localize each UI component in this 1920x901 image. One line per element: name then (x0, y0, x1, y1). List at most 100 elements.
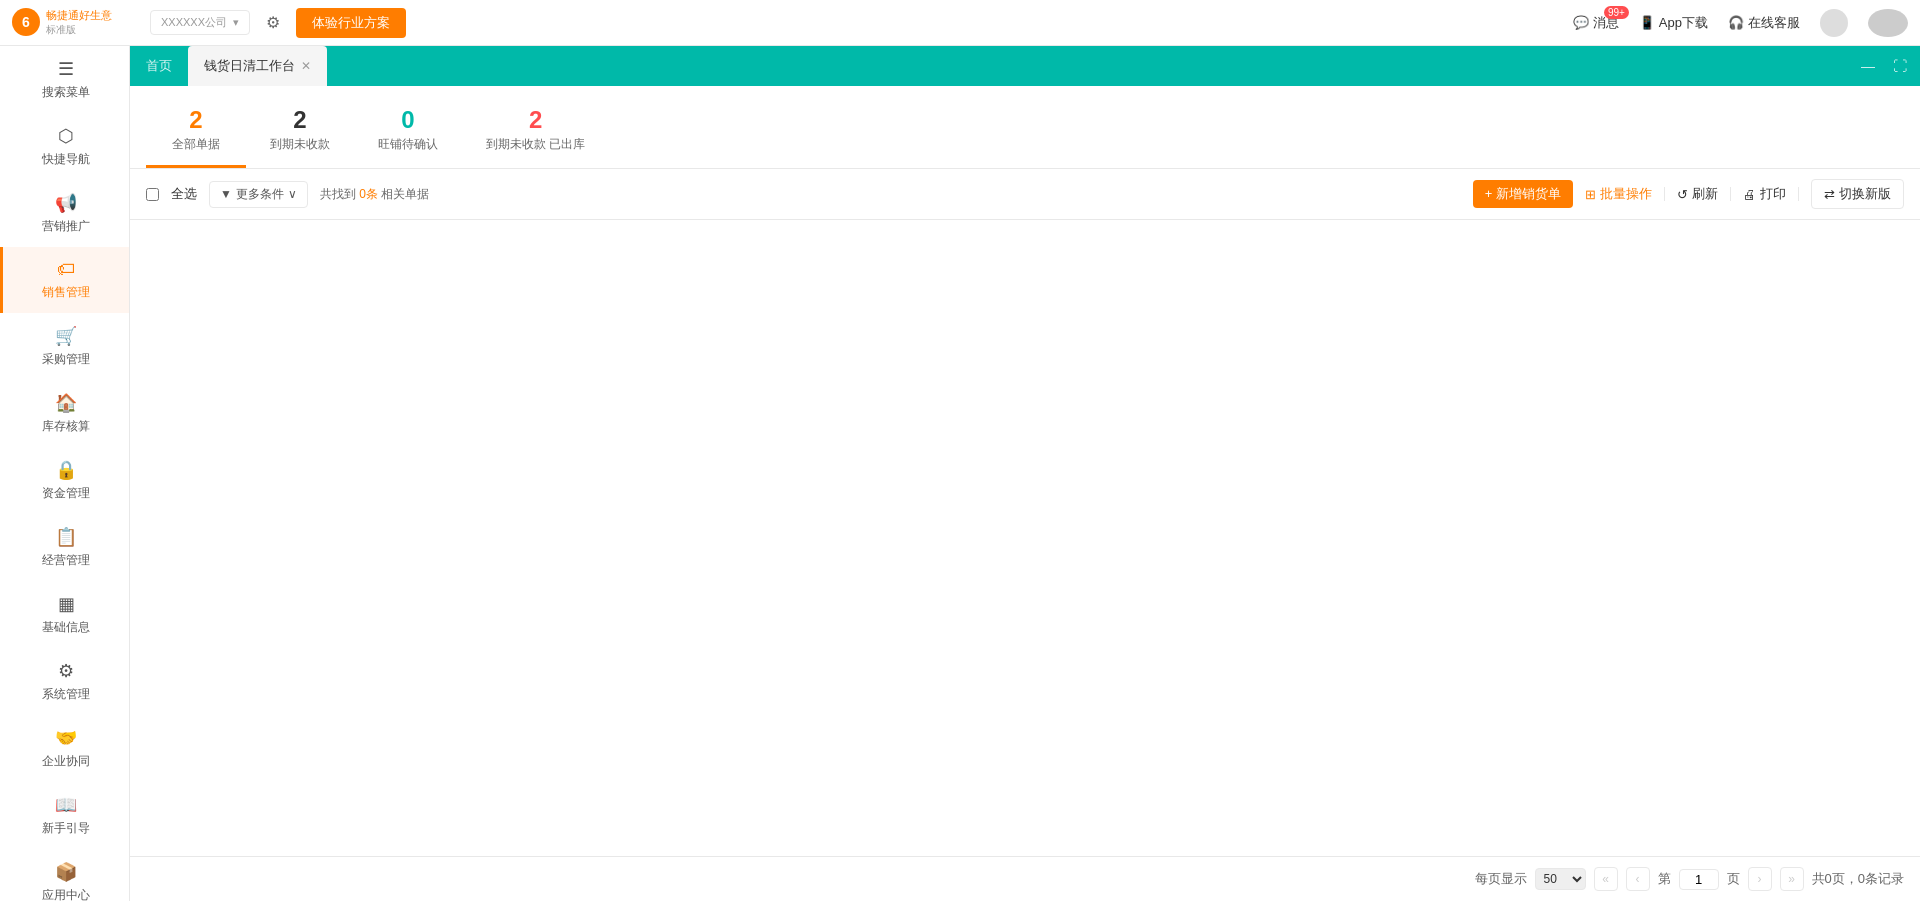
tab-minimize-icon[interactable]: — (1856, 54, 1880, 78)
tab-work-bench[interactable]: 钱货日清工作台 ✕ (188, 46, 327, 86)
sidebar-item-search[interactable]: ☰ 搜索菜单 (0, 46, 129, 113)
basic-info-icon: ▦ (58, 593, 75, 615)
toolbar-divider-3 (1798, 187, 1799, 201)
stat-all-num: 2 (189, 106, 202, 134)
company-name: XXXXXX公司 (161, 15, 227, 30)
online-service-label: 在线客服 (1748, 14, 1800, 32)
select-all-label: 全选 (171, 185, 197, 203)
filter-dropdown-icon: ∨ (288, 187, 297, 201)
sidebar-item-label-quick-nav: 快捷导航 (42, 151, 90, 168)
header-right: 💬 消息 99+ 📱 App下载 🎧 在线客服 (1573, 9, 1908, 37)
app-download-icon: 📱 (1639, 15, 1655, 30)
stat-tab-wangpu[interactable]: 0 旺铺待确认 (354, 98, 462, 168)
logo-icon: 6 (12, 8, 40, 36)
pagination-footer: 每页显示 50 10 20 100 « ‹ 第 页 › » 共0页，0条记录 (130, 856, 1920, 901)
trial-button[interactable]: 体验行业方案 (296, 8, 406, 38)
company-selector[interactable]: XXXXXX公司 ▾ (150, 10, 250, 35)
sidebar-item-operation[interactable]: 📋 经营管理 (0, 514, 129, 581)
page-size-label: 每页显示 (1475, 870, 1527, 888)
stat-wangpu-num: 0 (401, 106, 414, 134)
sidebar-item-sales[interactable]: 🏷 销售管理 (0, 247, 129, 313)
sidebar-item-system[interactable]: ⚙ 系统管理 (0, 648, 129, 715)
switch-new-version-button[interactable]: ⇄ 切换新版 (1811, 179, 1904, 209)
last-page-button[interactable]: » (1780, 867, 1804, 891)
count-value: 0条 (359, 187, 378, 201)
print-button[interactable]: 🖨 打印 (1743, 185, 1786, 203)
total-info: 共0页，0条记录 (1812, 870, 1904, 888)
stat-tab-shipped[interactable]: 2 到期未收款 已出库 (462, 98, 609, 168)
sidebar-item-label-finance: 资金管理 (42, 485, 90, 502)
count-suffix: 相关单据 (381, 187, 429, 201)
purchase-icon: 🛒 (55, 325, 77, 347)
toolbar-divider-2 (1730, 187, 1731, 201)
sidebar-item-label-operation: 经营管理 (42, 552, 90, 569)
sidebar-item-label-marketing: 营销推广 (42, 218, 90, 235)
sidebar-item-guide[interactable]: 📖 新手引导 (0, 782, 129, 849)
print-icon: 🖨 (1743, 187, 1756, 202)
system-icon: ⚙ (58, 660, 74, 682)
main-layout: ☰ 搜索菜单 ⬡ 快捷导航 📢 营销推广 🏷 销售管理 🛒 采购管理 🏠 库存核… (0, 46, 1920, 901)
batch-action-button[interactable]: ⊞ 批量操作 (1585, 185, 1652, 203)
stat-tab-overdue[interactable]: 2 到期未收款 (246, 98, 354, 168)
sidebar-item-quick-nav[interactable]: ⬡ 快捷导航 (0, 113, 129, 180)
select-all-checkbox[interactable] (146, 188, 159, 201)
app-download-label: App下载 (1659, 14, 1708, 32)
stat-shipped-num: 2 (529, 106, 542, 134)
app-download-action[interactable]: 📱 App下载 (1639, 14, 1708, 32)
sidebar-item-finance[interactable]: 🔒 资金管理 (0, 447, 129, 514)
next-page-button[interactable]: › (1748, 867, 1772, 891)
tab-close-icon[interactable]: ✕ (301, 59, 311, 73)
user-name-area[interactable] (1868, 9, 1908, 37)
tab-maximize-icon[interactable]: ⛶ (1888, 54, 1912, 78)
tab-bar: 首页 钱货日清工作台 ✕ — ⛶ (130, 46, 1920, 86)
refresh-label: 刷新 (1692, 185, 1718, 203)
sidebar-item-label-basic-info: 基础信息 (42, 619, 90, 636)
toolbar-divider-1 (1664, 187, 1665, 201)
sidebar-item-purchase[interactable]: 🛒 采购管理 (0, 313, 129, 380)
avatar[interactable] (1820, 9, 1848, 37)
stats-tabs: 2 全部单据 2 到期未收款 0 旺铺待确认 2 到期未收款 已出库 (130, 86, 1920, 169)
message-badge: 99+ (1604, 6, 1629, 19)
message-action[interactable]: 💬 消息 99+ (1573, 14, 1619, 32)
sidebar-item-label-inventory: 库存核算 (42, 418, 90, 435)
company-dropdown-icon: ▾ (233, 16, 239, 29)
top-header: 6 畅捷通好生意 标准版 XXXXXX公司 ▾ ⚙ 体验行业方案 💬 消息 99… (0, 0, 1920, 46)
prev-page-button[interactable]: ‹ (1626, 867, 1650, 891)
online-service-action[interactable]: 🎧 在线客服 (1728, 14, 1800, 32)
sidebar-item-app-center[interactable]: 📦 应用中心 (0, 849, 129, 901)
refresh-button[interactable]: ↺ 刷新 (1677, 185, 1718, 203)
filter-icon: ▼ (220, 187, 232, 201)
tab-bar-actions: — ⛶ (1856, 54, 1920, 78)
logo-area: 6 畅捷通好生意 标准版 (12, 8, 142, 36)
inventory-icon: 🏠 (55, 392, 77, 414)
stat-tab-all[interactable]: 2 全部单据 (146, 98, 246, 168)
add-sale-order-button[interactable]: + 新增销货单 (1473, 180, 1573, 208)
guide-icon: 📖 (55, 794, 77, 816)
sidebar-item-label-guide: 新手引导 (42, 820, 90, 837)
tab-home[interactable]: 首页 (130, 46, 188, 86)
operation-icon: 📋 (55, 526, 77, 548)
page-size-select[interactable]: 50 10 20 100 (1535, 868, 1586, 890)
toolbar: 全选 ▼ 更多条件 ∨ 共找到 0条 相关单据 + 新增销货单 ⊞ 批量操作 (130, 169, 1920, 220)
tab-workbench-label: 钱货日清工作台 (204, 57, 295, 75)
current-page-input[interactable] (1679, 869, 1719, 890)
sidebar-item-marketing[interactable]: 📢 营销推广 (0, 180, 129, 247)
stat-wangpu-label: 旺铺待确认 (378, 136, 438, 153)
sidebar-item-basic-info[interactable]: ▦ 基础信息 (0, 581, 129, 648)
switch-label: 切换新版 (1839, 185, 1891, 203)
sidebar-item-label-app-center: 应用中心 (42, 887, 90, 901)
stat-overdue-num: 2 (293, 106, 306, 134)
first-page-button[interactable]: « (1594, 867, 1618, 891)
stat-overdue-label: 到期未收款 (270, 136, 330, 153)
toolbar-right: + 新增销货单 ⊞ 批量操作 ↺ 刷新 🖨 打印 (1473, 179, 1904, 209)
sidebar-item-inventory[interactable]: 🏠 库存核算 (0, 380, 129, 447)
logo-sub: 标准版 (46, 23, 112, 37)
sidebar-item-enterprise[interactable]: 🤝 企业协同 (0, 715, 129, 782)
content-area: 首页 钱货日清工作台 ✕ — ⛶ 2 全部单据 2 到期未收款 (130, 46, 1920, 901)
quick-nav-icon: ⬡ (58, 125, 74, 147)
count-info: 共找到 0条 相关单据 (320, 186, 429, 203)
filter-button[interactable]: ▼ 更多条件 ∨ (209, 181, 308, 208)
finance-icon: 🔒 (55, 459, 77, 481)
sidebar: ☰ 搜索菜单 ⬡ 快捷导航 📢 营销推广 🏷 销售管理 🛒 采购管理 🏠 库存核… (0, 46, 130, 901)
settings-icon[interactable]: ⚙ (258, 8, 288, 38)
